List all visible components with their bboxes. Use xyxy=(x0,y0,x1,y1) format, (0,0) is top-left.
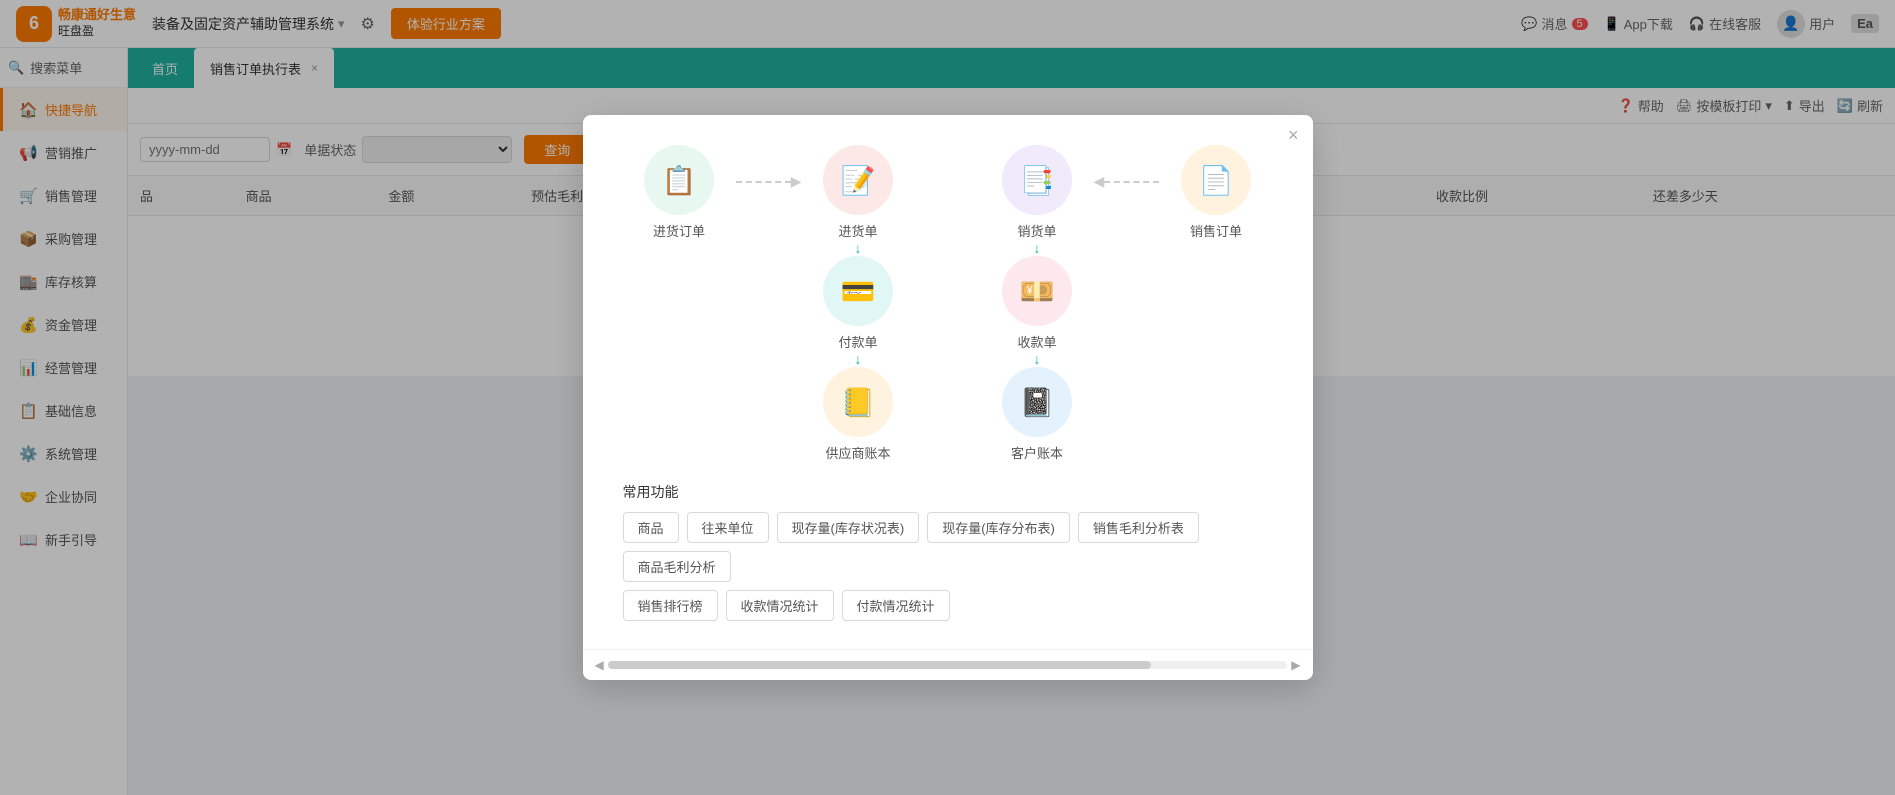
supplier-account-label: 供应商账本 xyxy=(826,443,891,462)
modal-body: 📋 进货订单 ▶ 📝 进货单 xyxy=(583,115,1313,649)
receipt-bill-label: 收款单 xyxy=(1017,332,1056,351)
purchase-bill-label: 进货单 xyxy=(839,221,878,240)
sales-bill-label: 销货单 xyxy=(1017,221,1056,240)
supplier-account-circle: 📒 xyxy=(823,367,893,437)
scrollbar-track[interactable] xyxy=(608,661,1288,669)
func-btn-receipt-stats[interactable]: 收款情况统计 xyxy=(726,590,834,621)
func-btn-product[interactable]: 商品 xyxy=(623,512,679,543)
customer-account-label: 客户账本 xyxy=(1011,443,1063,462)
flow-node-supplier-account[interactable]: 📒 供应商账本 xyxy=(801,367,914,462)
modal-close-button[interactable]: × xyxy=(1288,125,1299,146)
scrollbar-right-arrow[interactable]: ▶ xyxy=(1291,658,1300,672)
common-funcs-title: 常用功能 xyxy=(623,482,1273,502)
scrollbar-left-arrow[interactable]: ◀ xyxy=(595,658,604,672)
flow-node-customer-account[interactable]: 📓 客户账本 xyxy=(980,367,1093,462)
payment-bill-circle: 💳 xyxy=(823,256,893,326)
sales-bill-circle: 📑 xyxy=(1002,145,1072,215)
scrollbar-thumb xyxy=(608,661,1152,669)
flow-diagram: 📋 进货订单 ▶ 📝 进货单 xyxy=(623,145,1273,462)
flow-node-purchase-bill[interactable]: 📝 进货单 xyxy=(801,145,914,240)
func-btn-inventory-dist[interactable]: 现存量(库存分布表) xyxy=(927,512,1070,543)
func-buttons-row1: 商品 往来单位 现存量(库存状况表) 现存量(库存分布表) 销售毛利分析表 商品… xyxy=(623,512,1273,582)
func-btn-sales-profit-analysis[interactable]: 销售毛利分析表 xyxy=(1078,512,1199,543)
flow-node-sales-order[interactable]: 📄 销售订单 xyxy=(1159,145,1272,240)
modal-overlay: × 📋 进货订单 ▶ xyxy=(0,0,1895,795)
sales-order-circle: 📄 xyxy=(1181,145,1251,215)
purchase-order-circle: 📋 xyxy=(644,145,714,215)
func-btn-inventory-status[interactable]: 现存量(库存状况表) xyxy=(777,512,920,543)
flow-node-purchase-order[interactable]: 📋 进货订单 xyxy=(623,145,736,240)
func-btn-sales-rank[interactable]: 销售排行榜 xyxy=(623,590,718,621)
purchase-bill-circle: 📝 xyxy=(823,145,893,215)
receipt-bill-circle: 💴 xyxy=(1002,256,1072,326)
sales-order-label: 销售订单 xyxy=(1190,221,1242,240)
flow-node-sales-bill[interactable]: 📑 销货单 xyxy=(980,145,1093,240)
modal-dialog: × 📋 进货订单 ▶ xyxy=(583,115,1313,680)
flow-node-receipt-bill[interactable]: 💴 收款单 xyxy=(980,256,1093,351)
flow-node-payment-bill[interactable]: 💳 付款单 xyxy=(801,256,914,351)
common-functions-section: 常用功能 商品 往来单位 现存量(库存状况表) 现存量(库存分布表) 销售毛利分… xyxy=(623,482,1273,621)
func-btn-partner[interactable]: 往来单位 xyxy=(687,512,769,543)
func-btn-product-profit-analysis[interactable]: 商品毛利分析 xyxy=(623,551,731,582)
func-buttons-row2: 销售排行榜 收款情况统计 付款情况统计 xyxy=(623,590,1273,621)
payment-bill-label: 付款单 xyxy=(839,332,878,351)
modal-scrollbar: ◀ ▶ xyxy=(583,649,1313,680)
purchase-order-label: 进货订单 xyxy=(653,221,705,240)
customer-account-circle: 📓 xyxy=(1002,367,1072,437)
func-btn-payment-stats[interactable]: 付款情况统计 xyxy=(842,590,950,621)
